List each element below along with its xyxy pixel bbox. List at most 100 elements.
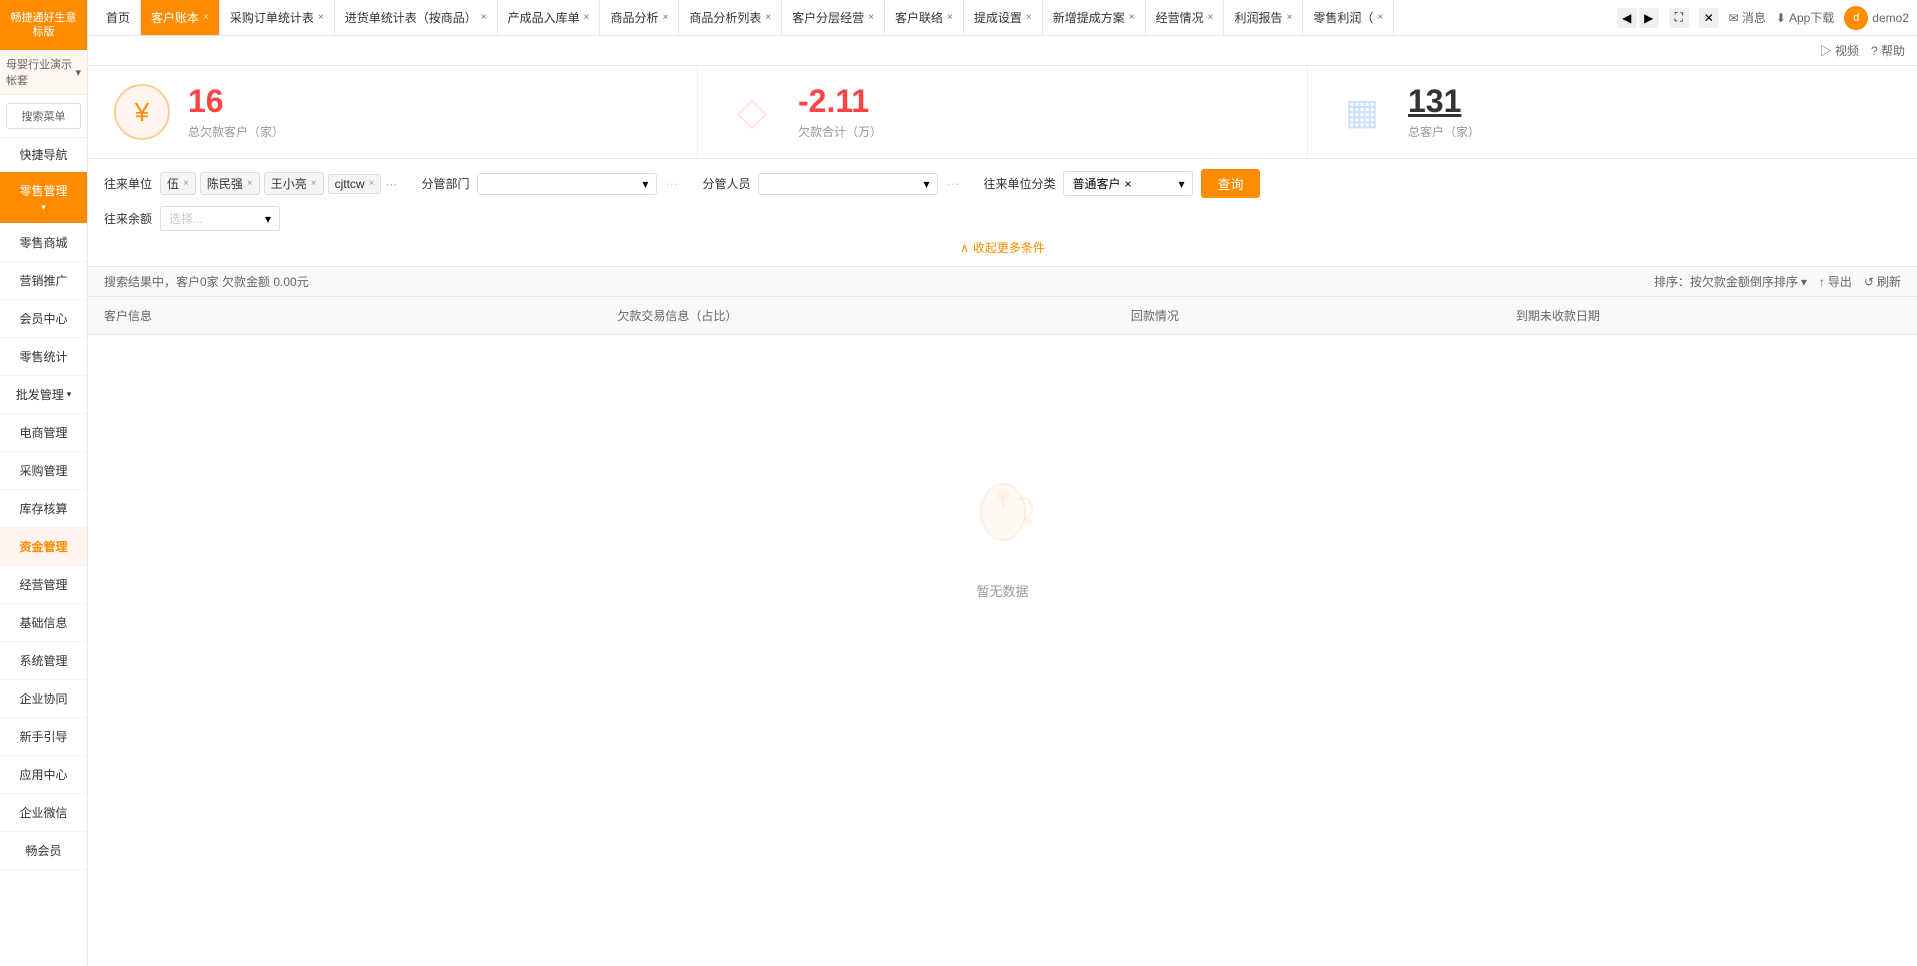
sort-control[interactable]: 排序：按欠款金额倒序排序 ▾ xyxy=(1654,273,1807,290)
total-customers-value[interactable]: 131 xyxy=(1408,84,1480,119)
sidebar-item-purchase[interactable]: 采购管理 xyxy=(0,452,87,490)
table-col-repayment: 回款情况 xyxy=(1131,307,1516,324)
sidebar-item-ecommerce[interactable]: 电商管理 xyxy=(0,414,87,452)
debt-total-label: 欠款合计（万） xyxy=(798,123,882,140)
chevron-down-icon: ▾ xyxy=(41,202,46,212)
sidebar-item-retail-mgmt[interactable]: 零售管理 ▾ xyxy=(0,172,87,224)
play-icon: ▷ xyxy=(1820,44,1832,58)
unit-tag-1[interactable]: 伍 × xyxy=(160,172,196,195)
stat-debt-customers: ¥ 16 总欠款客户（家） xyxy=(88,66,698,158)
close-icon[interactable]: × xyxy=(318,12,324,23)
tag-close-1[interactable]: × xyxy=(183,178,189,189)
chevron-up-icon: ∧ xyxy=(960,241,969,255)
tag-close-3[interactable]: × xyxy=(311,178,317,189)
data-table: 客户信息 欠款交易信息（占比） 回款情况 到期未收款日期 xyxy=(88,297,1917,966)
close-icon[interactable]: × xyxy=(947,12,953,23)
scroll-right-button[interactable]: ▶ xyxy=(1639,8,1659,28)
tag-close-2[interactable]: × xyxy=(247,178,253,189)
tab-customer-connect[interactable]: 客户联络 × xyxy=(885,0,964,35)
stat-debt-total: ◇ -2.11 欠款合计（万） xyxy=(698,66,1308,158)
tab-retail-profit[interactable]: 零售利润（ × xyxy=(1303,0,1394,35)
help-button[interactable]: ? 帮助 xyxy=(1871,42,1905,59)
close-icon[interactable]: × xyxy=(1377,12,1383,23)
sidebar-item-apps[interactable]: 应用中心 xyxy=(0,756,87,794)
unit-class-tag-close[interactable]: × xyxy=(1125,177,1132,191)
person-select[interactable]: ▾ xyxy=(758,173,938,195)
tab-production-entry[interactable]: 产成品入库单 × xyxy=(498,0,601,35)
dept-clear-button[interactable]: ··· xyxy=(665,176,678,191)
close-icon[interactable]: × xyxy=(203,12,209,23)
message-button[interactable]: ✉ 消息 xyxy=(1729,9,1766,26)
close-icon[interactable]: × xyxy=(481,12,487,23)
sidebar-item-wechat[interactable]: 企业微信 xyxy=(0,794,87,832)
sidebar-item-inventory[interactable]: 库存核算 xyxy=(0,490,87,528)
tab-purchase-order-stat[interactable]: 采购订单统计表 × xyxy=(220,0,335,35)
account-switcher[interactable]: 母婴行业演示帐套 ▾ xyxy=(0,50,87,95)
debt-customers-value: 16 xyxy=(188,84,284,119)
unit-tag-4[interactable]: cjttcw × xyxy=(328,174,382,194)
tag-label-2: 陈民强 xyxy=(207,175,243,192)
results-actions: 排序：按欠款金额倒序排序 ▾ ↑ 导出 ↺ 刷新 xyxy=(1654,273,1901,290)
stat-info-2: -2.11 欠款合计（万） xyxy=(798,84,882,140)
sidebar-item-enterprise[interactable]: 企业协同 xyxy=(0,680,87,718)
tab-new-promo[interactable]: 新增提成方案 × xyxy=(1043,0,1146,35)
sidebar-item-system[interactable]: 系统管理 xyxy=(0,642,87,680)
collapse-label: 收起更多条件 xyxy=(973,239,1045,256)
sidebar-item-quick-nav[interactable]: 快捷导航 xyxy=(0,138,87,172)
collapse-button[interactable]: ∧ 收起更多条件 xyxy=(960,239,1045,256)
unit-class-select[interactable]: 普通客户 × ▾ xyxy=(1063,171,1193,196)
chevron-down-icon: ▾ xyxy=(642,177,648,191)
tab-home[interactable]: 首页 xyxy=(96,0,141,35)
tab-customer-tier[interactable]: 客户分层经营 × xyxy=(782,0,885,35)
dept-select[interactable]: ▾ xyxy=(477,173,657,195)
stat-info-1: 16 总欠款客户（家） xyxy=(188,84,284,140)
close-icon[interactable]: × xyxy=(1208,12,1214,23)
unit-tag-3[interactable]: 王小亮 × xyxy=(264,172,324,195)
sidebar-item-vip[interactable]: 畅会员 xyxy=(0,832,87,870)
app-download-button[interactable]: ⬇ App下载 xyxy=(1776,9,1834,26)
user-avatar[interactable]: d demo2 xyxy=(1844,6,1909,30)
sidebar-item-newbie[interactable]: 新手引导 xyxy=(0,718,87,756)
close-icon[interactable]: × xyxy=(765,12,771,23)
person-clear-button[interactable]: ··· xyxy=(946,176,959,191)
tab-customer-account[interactable]: 客户账本 × xyxy=(141,0,220,35)
query-button[interactable]: 查询 xyxy=(1201,169,1259,198)
tab-purchase-stat-product[interactable]: 进货单统计表（按商品） × xyxy=(335,0,498,35)
tab-purchase-order-stat-label: 采购订单统计表 xyxy=(230,9,314,26)
tab-production-entry-label: 产成品入库单 xyxy=(508,9,580,26)
tab-profit-report[interactable]: 利润报告 × xyxy=(1224,0,1303,35)
sidebar-item-retail-mall[interactable]: 零售商城 xyxy=(0,224,87,262)
sidebar-item-wholesale[interactable]: 批发管理 ▾ xyxy=(0,376,87,414)
close-icon[interactable]: × xyxy=(1129,12,1135,23)
close-icon[interactable]: × xyxy=(1026,12,1032,23)
close-all-button[interactable]: ✕ xyxy=(1699,8,1719,28)
sidebar-item-operation[interactable]: 经营管理 xyxy=(0,566,87,604)
close-icon[interactable]: × xyxy=(662,12,668,23)
sidebar-item-retail-stat[interactable]: 零售统计 xyxy=(0,338,87,376)
maximize-button[interactable]: ⛶ xyxy=(1669,8,1689,28)
tag-label-3: 王小亮 xyxy=(271,175,307,192)
balance-select[interactable]: 选择... ▾ xyxy=(160,206,280,231)
more-tags-button[interactable]: ··· xyxy=(385,177,397,191)
sidebar-item-member[interactable]: 会员中心 xyxy=(0,300,87,338)
sidebar-item-basic[interactable]: 基础信息 xyxy=(0,604,87,642)
close-icon[interactable]: × xyxy=(1286,12,1292,23)
tab-product-analysis[interactable]: 商品分析 × xyxy=(600,0,679,35)
tab-new-promo-label: 新增提成方案 xyxy=(1053,9,1125,26)
tab-operation-status[interactable]: 经营情况 × xyxy=(1146,0,1225,35)
refresh-button[interactable]: ↺ 刷新 xyxy=(1864,273,1901,290)
unit-tag-2[interactable]: 陈民强 × xyxy=(200,172,260,195)
search-menu-button[interactable]: 搜索菜单 xyxy=(6,103,81,129)
close-icon[interactable]: × xyxy=(584,12,590,23)
export-button[interactable]: ↑ 导出 xyxy=(1819,273,1852,290)
scroll-left-button[interactable]: ◀ xyxy=(1617,8,1637,28)
tag-close-4[interactable]: × xyxy=(369,178,375,189)
message-icon: ✉ xyxy=(1729,11,1739,25)
table-col-customer: 客户信息 xyxy=(104,307,617,324)
tab-promo-settings[interactable]: 提成设置 × xyxy=(964,0,1043,35)
sidebar-item-marketing[interactable]: 营销推广 xyxy=(0,262,87,300)
close-icon[interactable]: × xyxy=(868,12,874,23)
sidebar-item-finance[interactable]: 资金管理 xyxy=(0,528,87,566)
tab-product-analysis-list[interactable]: 商品分析列表 × xyxy=(679,0,782,35)
video-button[interactable]: ▷ 视频 xyxy=(1820,42,1859,59)
